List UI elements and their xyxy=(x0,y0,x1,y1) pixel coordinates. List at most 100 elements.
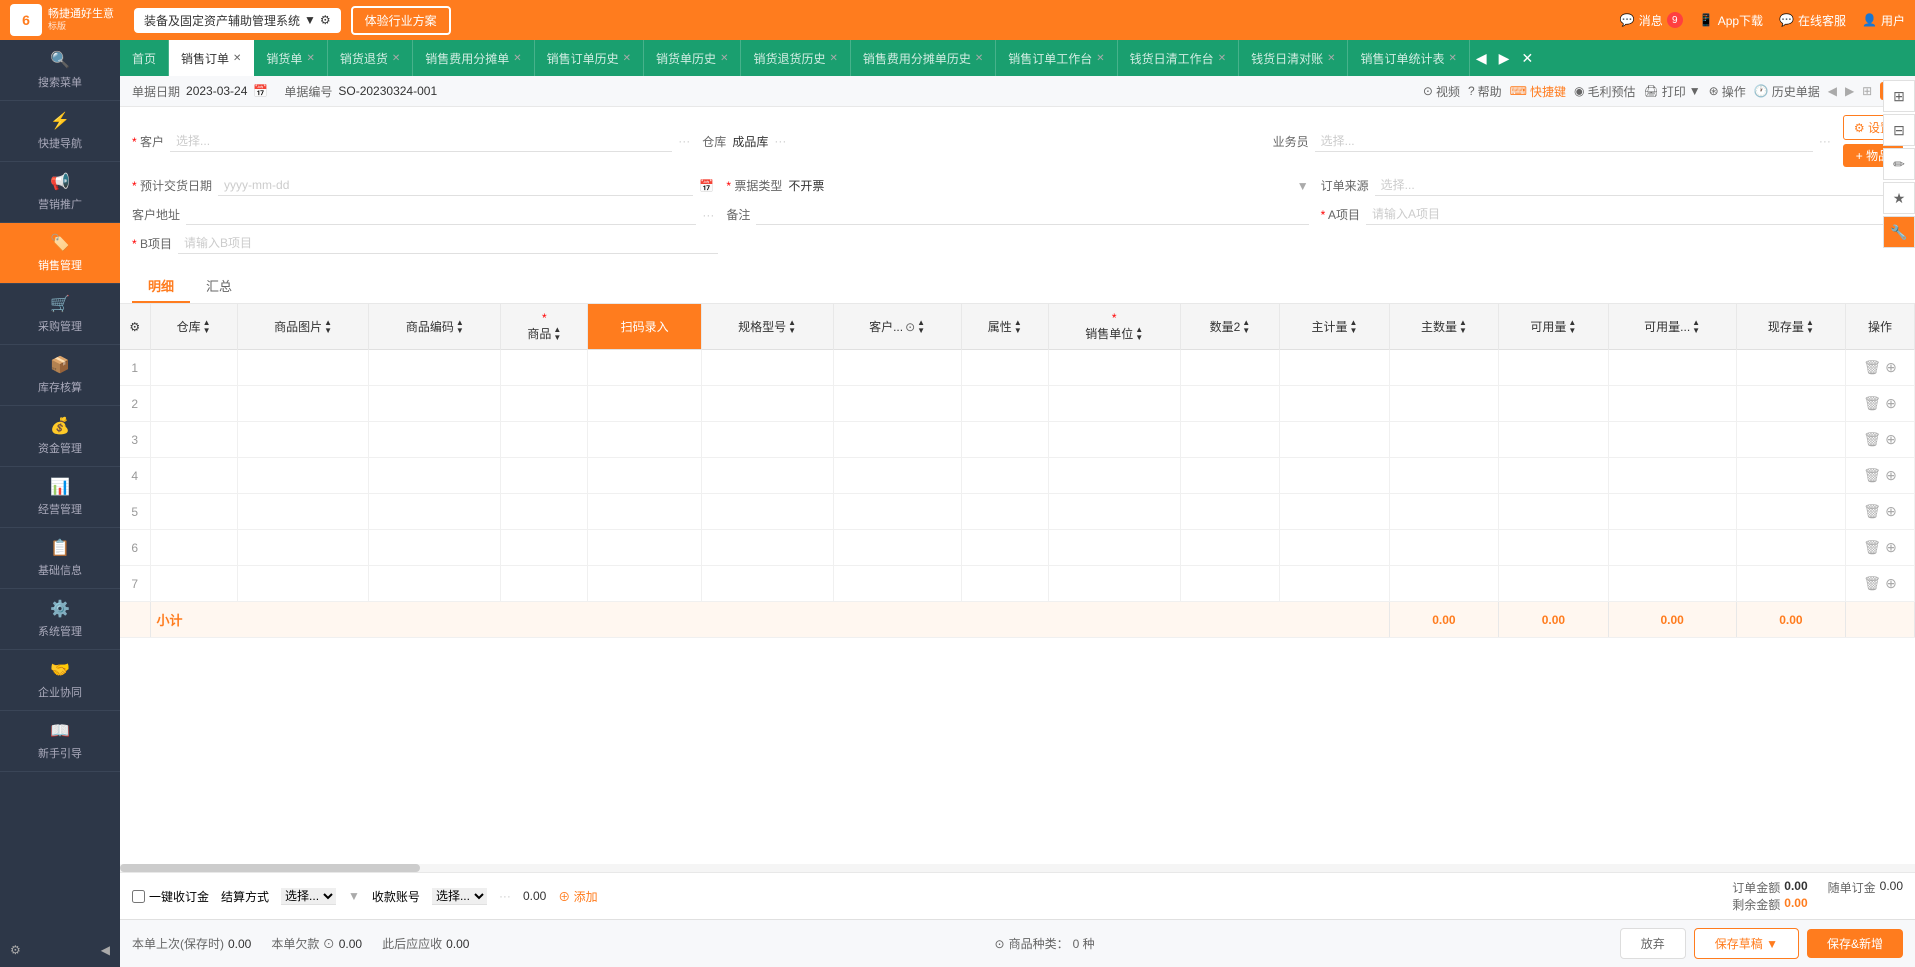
app-download-item[interactable]: 📱 App下载 xyxy=(1699,12,1763,29)
sidebar-item-basic[interactable]: 📋 基础信息 xyxy=(0,528,120,589)
col-code[interactable]: 商品编码▲▼ xyxy=(369,304,501,350)
sidebar-item-marketing[interactable]: 📢 营销推广 xyxy=(0,162,120,223)
tab-close-sales-invoice[interactable]: ✕ xyxy=(306,53,314,64)
tab-home[interactable]: 首页 xyxy=(120,40,169,76)
system-title[interactable]: 装备及固定资产辅助管理系统 ▼ ⚙ xyxy=(134,8,341,33)
tab-close-order-workspace[interactable]: ✕ xyxy=(1096,53,1104,64)
warehouse-more-icon[interactable]: ··· xyxy=(774,134,786,148)
prev-record-btn[interactable]: ◀ xyxy=(1828,84,1837,98)
customer-addr-input[interactable] xyxy=(186,204,696,225)
customer-more-icon[interactable]: ··· xyxy=(678,134,690,148)
copy-icon[interactable]: ⊕ xyxy=(1885,539,1897,556)
operation-btn[interactable]: ⊛ 操作 xyxy=(1709,83,1746,100)
project-b-input[interactable] xyxy=(178,233,718,254)
right-btn-2[interactable]: ⊟ xyxy=(1883,114,1915,146)
delete-icon[interactable]: 🗑 xyxy=(1863,395,1881,412)
profit-btn[interactable]: ◉ 毛利预估 xyxy=(1574,83,1636,100)
sidebar-item-operation[interactable]: 📊 经营管理 xyxy=(0,467,120,528)
tab-close-order-history[interactable]: ✕ xyxy=(623,53,631,64)
sidebar-item-search[interactable]: 🔍 搜索菜单 xyxy=(0,40,120,101)
scroll-thumb[interactable] xyxy=(120,864,420,872)
tab-next-btn[interactable]: ▶ xyxy=(1493,50,1516,67)
tab-close-cash-workspace[interactable]: ✕ xyxy=(1218,53,1226,64)
tab-close-cash-account[interactable]: ✕ xyxy=(1327,53,1335,64)
project-a-input[interactable] xyxy=(1366,204,1903,225)
tab-sales-expense[interactable]: 销售费用分摊单 ✕ xyxy=(413,40,534,76)
sidebar-item-sales[interactable]: 🏷️ 销售管理 xyxy=(0,223,120,284)
right-btn-1[interactable]: ⊞ xyxy=(1883,80,1915,112)
col-scan[interactable]: 扫码录入 xyxy=(588,304,701,350)
tab-invoice-history[interactable]: 销货单历史 ✕ xyxy=(644,40,741,76)
discard-button[interactable]: 放弃 xyxy=(1620,928,1686,959)
right-btn-3[interactable]: ✏ xyxy=(1883,148,1915,180)
delete-icon[interactable]: 🗑 xyxy=(1863,467,1881,484)
tab-order-workspace[interactable]: 销售订单工作台 ✕ xyxy=(996,40,1117,76)
col-main-qty[interactable]: 主数量▲▼ xyxy=(1389,304,1498,350)
copy-icon[interactable]: ⊕ xyxy=(1885,395,1897,412)
staff-more-icon[interactable]: ··· xyxy=(1819,134,1831,148)
delete-icon[interactable]: 🗑 xyxy=(1863,359,1881,376)
tab-close-sales-order[interactable]: ✕ xyxy=(233,53,241,64)
col-attr[interactable]: 属性▲▼ xyxy=(961,304,1048,350)
delivery-input[interactable] xyxy=(218,175,693,196)
add-btn[interactable]: ⊕ 添加 xyxy=(558,888,597,905)
col-goods[interactable]: 商品▲▼ xyxy=(501,304,588,350)
account-more-icon[interactable]: ··· xyxy=(499,889,511,903)
tab-expense-history[interactable]: 销售费用分摊单历史 ✕ xyxy=(851,40,996,76)
next-record-btn[interactable]: ▶ xyxy=(1845,84,1854,98)
view-btn[interactable]: ⊙ 视频 xyxy=(1423,83,1460,100)
tab-sales-stats[interactable]: 销售订单统计表 ✕ xyxy=(1348,40,1469,76)
col-image[interactable]: 商品图片▲▼ xyxy=(237,304,369,350)
copy-icon[interactable]: ⊕ xyxy=(1885,467,1897,484)
sidebar-item-system[interactable]: ⚙️ 系统管理 xyxy=(0,589,120,650)
sidebar-item-guide[interactable]: 📖 新手引导 xyxy=(0,711,120,772)
tab-sales-order[interactable]: 销售订单 ✕ xyxy=(169,40,254,76)
tab-cash-workspace[interactable]: 钱货日清工作台 ✕ xyxy=(1118,40,1239,76)
sidebar-collapse-icon[interactable]: ◀ xyxy=(101,943,110,957)
account-select[interactable]: 选择... xyxy=(432,888,487,905)
copy-icon[interactable]: ⊕ xyxy=(1885,575,1897,592)
tab-close-sales-return[interactable]: ✕ xyxy=(392,53,400,64)
customer-input[interactable] xyxy=(170,131,672,152)
sidebar-item-purchase[interactable]: 🛒 采购管理 xyxy=(0,284,120,345)
sidebar-item-quicknav[interactable]: ⚡ 快捷导航 xyxy=(0,101,120,162)
col-customer-code[interactable]: 客户...⊙▲▼ xyxy=(833,304,961,350)
tab-close-expense-history[interactable]: ✕ xyxy=(975,53,983,64)
tab-close-sales-expense[interactable]: ✕ xyxy=(513,53,521,64)
col-unit[interactable]: 销售单位▲▼ xyxy=(1048,304,1180,350)
delivery-calendar-icon[interactable]: 📅 xyxy=(699,179,714,193)
col-available[interactable]: 可用量▲▼ xyxy=(1499,304,1608,350)
invoice-dropdown-icon[interactable]: ▼ xyxy=(1297,179,1309,193)
tab-summary[interactable]: 汇总 xyxy=(190,270,248,303)
print-btn[interactable]: 🖨 打印 ▼ xyxy=(1644,83,1701,100)
help-btn[interactable]: ? 帮助 xyxy=(1468,83,1502,100)
tab-return-history[interactable]: 销货退货历史 ✕ xyxy=(741,40,850,76)
col-available2[interactable]: 可用量...▲▼ xyxy=(1608,304,1736,350)
shortcut-btn[interactable]: ⌨ 快捷键 xyxy=(1510,83,1566,100)
tab-cash-account[interactable]: 钱货日清对账 ✕ xyxy=(1239,40,1348,76)
sidebar-item-enterprise[interactable]: 🤝 企业协同 xyxy=(0,650,120,711)
one-click-checkbox[interactable] xyxy=(132,890,145,903)
tab-prev-btn[interactable]: ◀ xyxy=(1470,50,1493,67)
right-btn-4[interactable]: ★ xyxy=(1883,182,1915,214)
order-source-input[interactable] xyxy=(1375,175,1885,196)
grid-view-btn[interactable]: ⊞ xyxy=(1862,84,1872,98)
tab-close-sales-stats[interactable]: ✕ xyxy=(1449,53,1457,64)
message-icon-item[interactable]: 💬 消息 9 xyxy=(1620,12,1683,29)
table-scrollbar[interactable] xyxy=(120,864,1915,872)
save-draft-button[interactable]: 保存草稿 ▼ xyxy=(1694,928,1799,959)
remark-input[interactable] xyxy=(756,204,1308,225)
addr-more-icon[interactable]: ··· xyxy=(702,208,714,222)
col-settings[interactable]: ⚙ xyxy=(120,304,150,350)
delete-icon[interactable]: 🗑 xyxy=(1863,539,1881,556)
tab-sales-return[interactable]: 销货退货 ✕ xyxy=(328,40,413,76)
delete-icon[interactable]: 🗑 xyxy=(1863,575,1881,592)
delete-icon[interactable]: 🗑 xyxy=(1863,431,1881,448)
calendar-icon[interactable]: 📅 xyxy=(253,84,268,98)
settlement-select[interactable]: 选择... xyxy=(281,888,336,905)
tab-close-return-history[interactable]: ✕ xyxy=(829,53,837,64)
tab-sales-invoice[interactable]: 销货单 ✕ xyxy=(254,40,327,76)
col-qty2[interactable]: 数量2▲▼ xyxy=(1180,304,1280,350)
col-stock[interactable]: 现存量▲▼ xyxy=(1736,304,1845,350)
tab-close-invoice-history[interactable]: ✕ xyxy=(720,53,728,64)
